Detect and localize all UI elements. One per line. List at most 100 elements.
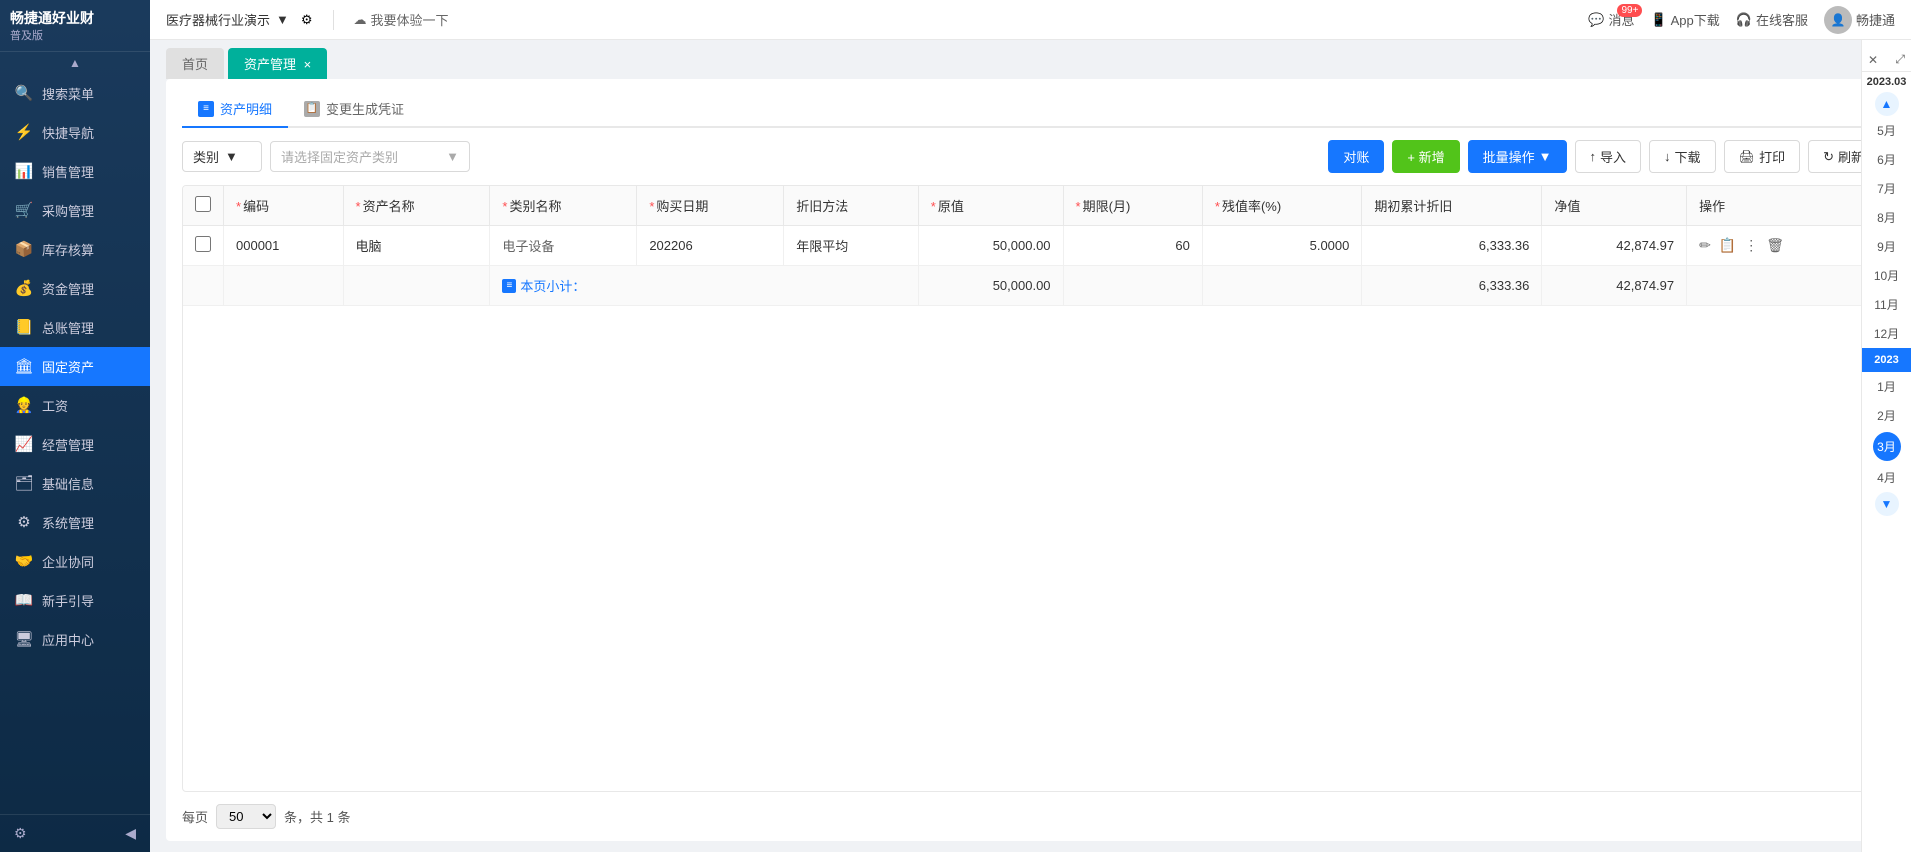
company-selector[interactable]: 医疗器械行业演示 ▼: [166, 10, 289, 29]
subtotal-empty1: [183, 266, 224, 306]
sidebar-item-新手引导[interactable]: 📖新手引导: [0, 581, 150, 620]
table-row: 000001 电脑 电子设备 202206 年限平均 50,000.00 60 …: [183, 226, 1878, 266]
subtotal-row: ≡ 本页小计： 50,000.00 6,333.36 42,874.97: [183, 266, 1878, 306]
panel-expand-icon[interactable]: ⤢: [1895, 52, 1905, 67]
tab-close-icon[interactable]: ×: [300, 57, 311, 72]
sub-tabs: ≡资产明细📋变更生成凭证: [182, 91, 1879, 128]
sidebar-item-资金管理[interactable]: 💰资金管理: [0, 269, 150, 308]
settings-icon[interactable]: ⚙: [301, 12, 313, 28]
subtotal-empty2: [224, 266, 344, 306]
month-item[interactable]: 4月: [1862, 463, 1911, 492]
month-item[interactable]: 8月: [1862, 203, 1911, 232]
delete-icon[interactable]: 🗑: [1766, 237, 1784, 254]
copy-icon[interactable]: 📋: [1719, 237, 1736, 254]
sidebar-item-总账管理[interactable]: 📒总账管理: [0, 308, 150, 347]
sub-tab-变更生成凭证[interactable]: 📋变更生成凭证: [288, 91, 420, 128]
batch-dropdown-icon: ▼: [1539, 149, 1552, 164]
sidebar-item-系统管理[interactable]: ⚙ 系统管理: [0, 503, 150, 542]
print-button[interactable]: 🖨 打印: [1724, 140, 1801, 173]
topbar-divider: [333, 10, 334, 30]
subtotal-original-value: 50,000.00: [918, 266, 1063, 306]
th-period: *期限(月): [1063, 186, 1202, 226]
sub-tab-icon: 📋: [304, 101, 320, 117]
collapse-icon[interactable]: ◀: [125, 825, 136, 842]
sidebar-item-label: 快捷导航: [42, 123, 94, 142]
nav-icon: 📦: [14, 240, 34, 258]
sidebar-item-库存核算[interactable]: 📦库存核算: [0, 230, 150, 269]
message-badge: 99+: [1617, 4, 1642, 17]
sub-tab-资产明细[interactable]: ≡资产明细: [182, 91, 288, 128]
category-input[interactable]: 请选择固定资产类别 ▼: [270, 141, 470, 172]
new-button[interactable]: + 新增: [1392, 140, 1459, 173]
nav-icon: 🗂: [14, 474, 34, 492]
topbar-help[interactable]: ☁ 我要体验一下: [354, 10, 449, 29]
sidebar-item-采购管理[interactable]: 🛒采购管理: [0, 191, 150, 230]
sidebar-item-企业协同[interactable]: 🤝企业协同: [0, 542, 150, 581]
month-item[interactable]: 1月: [1862, 372, 1911, 401]
sidebar-scroll-up[interactable]: ▲: [0, 52, 150, 74]
user-menu[interactable]: 👤 畅捷通: [1824, 6, 1895, 34]
month-item[interactable]: 9月: [1862, 232, 1911, 261]
sidebar-item-label: 系统管理: [42, 513, 94, 532]
nav-icon: 🔍: [14, 84, 34, 102]
sidebar-item-工资[interactable]: 👷工资: [0, 386, 150, 425]
category-placeholder: 请选择固定资产类别: [281, 147, 398, 166]
right-panel: ✕ ⤢ 2023.03 ▲ 5月6月7月8月9月10月11月12月20231月2…: [1861, 40, 1911, 852]
panel-up-button[interactable]: ▲: [1875, 92, 1899, 116]
nav-icon: 📊: [14, 162, 34, 180]
month-item[interactable]: 7月: [1862, 174, 1911, 203]
row-checkbox[interactable]: [195, 236, 211, 252]
td-purchase-date: 202206: [637, 226, 784, 266]
month-item[interactable]: 2月: [1862, 401, 1911, 430]
month-item[interactable]: 11月: [1862, 290, 1911, 319]
subtotal-label-cell: ≡ 本页小计：: [490, 266, 918, 306]
th-original-value: *原值: [918, 186, 1063, 226]
per-page-select[interactable]: 50 100: [216, 804, 276, 829]
sidebar-item-经营管理[interactable]: 📈经营管理: [0, 425, 150, 464]
th-action: 操作: [1687, 186, 1878, 226]
select-all-checkbox[interactable]: [195, 196, 211, 212]
sidebar-logo: 畅捷通好业财 普及版: [0, 0, 150, 52]
sidebar-item-应用中心[interactable]: 🖥应用中心: [0, 620, 150, 659]
reconcile-button[interactable]: 对账: [1328, 140, 1384, 173]
refresh-icon: ↻: [1823, 149, 1834, 165]
logo-text: 畅捷通好业财: [10, 10, 140, 27]
sidebar-item-基础信息[interactable]: 🗂基础信息: [0, 464, 150, 503]
export-button[interactable]: ↑ 导入: [1575, 140, 1642, 173]
category-filter[interactable]: 类别 ▼: [182, 141, 262, 172]
th-name: *资产名称: [343, 186, 490, 226]
tab-资产管理[interactable]: 资产管理 ×: [228, 48, 327, 79]
export-icon: ↑: [1590, 149, 1597, 164]
th-depreciation: 折旧方法: [784, 186, 919, 226]
nav-icon: 🛒: [14, 201, 34, 219]
month-item[interactable]: 10月: [1862, 261, 1911, 290]
month-item[interactable]: 3月: [1873, 432, 1901, 461]
month-item[interactable]: 12月: [1862, 319, 1911, 348]
month-item[interactable]: 6月: [1862, 145, 1911, 174]
nav-icon: ⚙: [14, 513, 34, 531]
help-label: 我要体验一下: [371, 10, 449, 29]
settings-icon[interactable]: ⚙: [14, 825, 27, 842]
td-checkbox: [183, 226, 224, 266]
subtotal-empty3: [343, 266, 490, 306]
sidebar-item-销售管理[interactable]: 📊销售管理: [0, 152, 150, 191]
panel-close-icon[interactable]: ✕: [1868, 53, 1878, 67]
nav-icon: 🖥: [14, 630, 34, 648]
sidebar-item-搜索菜单[interactable]: 🔍搜索菜单: [0, 74, 150, 113]
batch-button[interactable]: 批量操作 ▼: [1468, 140, 1567, 173]
tab-首页[interactable]: 首页: [166, 48, 224, 79]
td-initial-accumulated: 6,333.36: [1362, 226, 1542, 266]
message-button[interactable]: 💬 消息 99+: [1588, 10, 1634, 29]
year-label: 2023.03: [1867, 76, 1907, 88]
app-download-button[interactable]: 📱 App下载: [1650, 10, 1719, 29]
asset-table: *编码 *资产名称 *类别名称 *购买日期 折旧方法 *原值 *期限(月) *残…: [182, 185, 1879, 792]
panel-down-button[interactable]: ▼: [1875, 492, 1899, 516]
edit-icon[interactable]: ✏: [1699, 237, 1711, 254]
download-button[interactable]: ↓ 下载: [1649, 140, 1716, 173]
td-code: 000001: [224, 226, 344, 266]
sidebar-item-快捷导航[interactable]: ⚡快捷导航: [0, 113, 150, 152]
sidebar-item-固定资产[interactable]: 🏛固定资产: [0, 347, 150, 386]
online-service-button[interactable]: 🎧 在线客服: [1736, 10, 1808, 29]
month-item[interactable]: 5月: [1862, 116, 1911, 145]
more-icon[interactable]: ⋮: [1744, 237, 1758, 254]
